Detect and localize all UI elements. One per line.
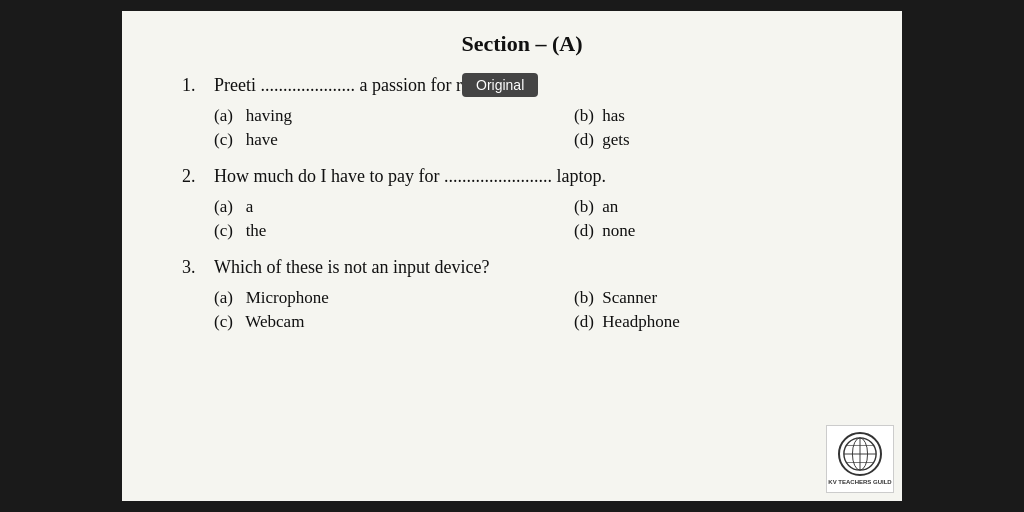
q2-opt-b-label: (b) xyxy=(574,197,594,217)
logo-emblem xyxy=(838,432,882,476)
q2-opt-c-text: the xyxy=(246,221,267,240)
q2-options-row2: (c) the (d) none xyxy=(214,221,862,241)
q3-opt-d-text: Headphone xyxy=(602,312,679,332)
question-2: 2. How much do I have to pay for .......… xyxy=(182,166,862,241)
q1-opt-d-text: gets xyxy=(602,130,629,150)
q1-options: (a) having (b) has (c) have (d) gets xyxy=(214,106,862,150)
q2-opt-b: (b) an xyxy=(574,197,618,217)
q2-number: 2. xyxy=(182,166,214,187)
q3-opt-c-label: (c) xyxy=(214,312,233,331)
q3-options-row2: (c) Webcam (d) Headphone xyxy=(214,312,862,332)
q3-options-row1: (a) Microphone (b) Scanner xyxy=(214,288,862,308)
q3-opt-b-label: (b) xyxy=(574,288,594,308)
q2-opt-c-label: (c) xyxy=(214,221,233,240)
q1-opt-b-text: has xyxy=(602,106,625,126)
q1-opt-c-label: (c) xyxy=(214,130,233,149)
q1-opt-b-label: (b) xyxy=(574,106,594,126)
q3-opt-d-label: (d) xyxy=(574,312,594,332)
q1-opt-d-label: (d) xyxy=(574,130,594,150)
q3-text: Which of these is not an input device? xyxy=(214,257,489,278)
q2-opt-c: (c) the xyxy=(214,221,574,241)
q2-text: How much do I have to pay for ..........… xyxy=(214,166,606,187)
q1-opt-a: (a) having xyxy=(214,106,574,126)
q2-opt-d: (d) none xyxy=(574,221,635,241)
q3-opt-a-text: Microphone xyxy=(246,288,329,307)
q1-options-row1: (a) having (b) has xyxy=(214,106,862,126)
q3-opt-a: (a) Microphone xyxy=(214,288,574,308)
q1-opt-a-text: having xyxy=(246,106,292,125)
section-title: Section – (A) xyxy=(182,31,862,57)
q2-opt-a: (a) a xyxy=(214,197,574,217)
q3-opt-c: (c) Webcam xyxy=(214,312,574,332)
q1-opt-c: (c) have xyxy=(214,130,574,150)
content-area: Section – (A) Original 1. Preeti .......… xyxy=(122,11,902,501)
q3-opt-a-label: (a) xyxy=(214,288,233,307)
original-badge: Original xyxy=(462,73,538,97)
logo-text: KV TEACHERS GUILD xyxy=(828,479,891,487)
q3-number: 3. xyxy=(182,257,214,278)
q3-opt-b: (b) Scanner xyxy=(574,288,657,308)
q1-opt-d: (d) gets xyxy=(574,130,630,150)
question-3: 3. Which of these is not an input device… xyxy=(182,257,862,332)
q1-opt-b: (b) has xyxy=(574,106,625,126)
q2-options-row1: (a) a (b) an xyxy=(214,197,862,217)
logo: KV TEACHERS GUILD xyxy=(826,425,894,493)
q1-opt-a-label: (a) xyxy=(214,106,233,125)
q2-opt-d-text: none xyxy=(602,221,635,241)
q2-opt-d-label: (d) xyxy=(574,221,594,241)
q3-options: (a) Microphone (b) Scanner (c) Webcam (d… xyxy=(214,288,862,332)
q1-opt-c-text: have xyxy=(246,130,278,149)
q3-opt-c-text: Webcam xyxy=(245,312,304,331)
q2-opt-a-text: a xyxy=(246,197,254,216)
q3-opt-b-text: Scanner xyxy=(602,288,657,308)
q2-opt-b-text: an xyxy=(602,197,618,217)
q2-opt-a-label: (a) xyxy=(214,197,233,216)
q3-opt-d: (d) Headphone xyxy=(574,312,680,332)
q2-options: (a) a (b) an (c) the (d) none xyxy=(214,197,862,241)
q1-options-row2: (c) have (d) gets xyxy=(214,130,862,150)
q1-number: 1. xyxy=(182,75,214,96)
